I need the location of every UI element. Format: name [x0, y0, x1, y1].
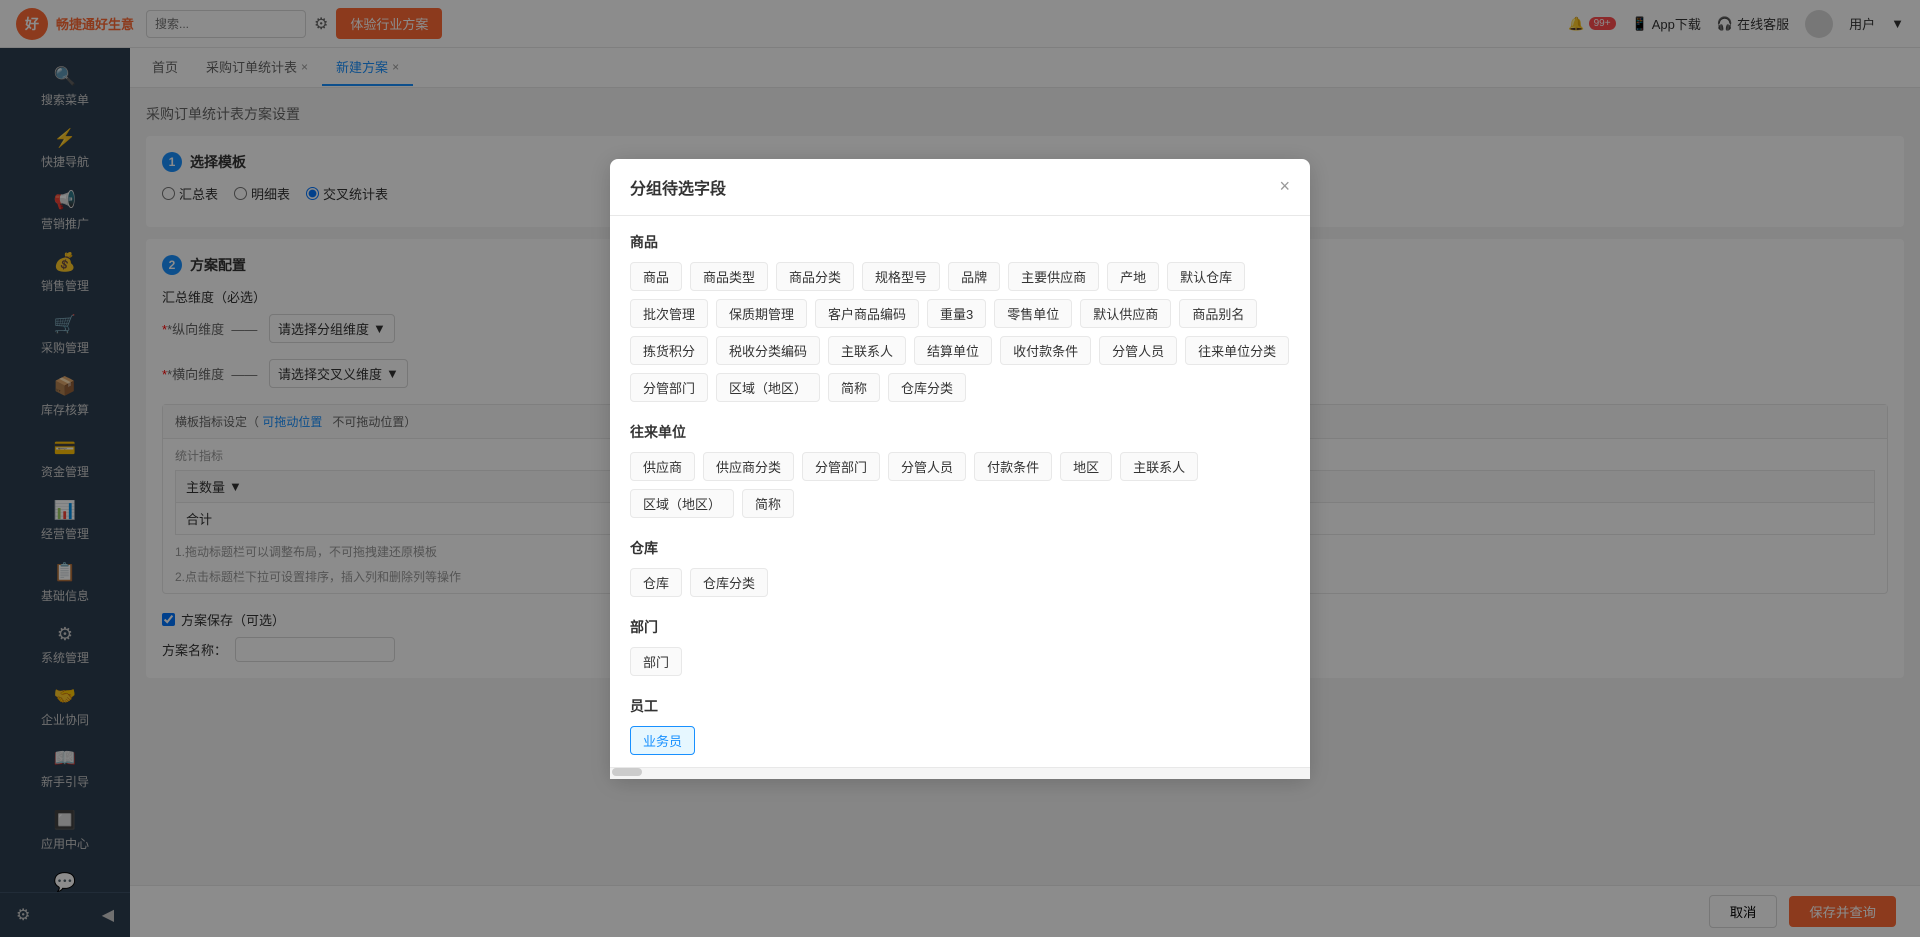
department-tags: 部门 [630, 647, 1290, 676]
modal-header: 分组待选字段 × [610, 159, 1310, 216]
field-tag[interactable]: 产地 [1107, 262, 1159, 291]
field-tag[interactable]: 部门 [630, 647, 682, 676]
modal-close-button[interactable]: × [1279, 176, 1290, 197]
modal-hscrollbar[interactable] [610, 767, 1310, 778]
field-tag[interactable]: 分管人员 [888, 452, 966, 481]
section-warehouse-title: 仓库 [630, 538, 1290, 558]
field-tag[interactable]: 仓库分类 [888, 373, 966, 402]
field-tag[interactable]: 简称 [828, 373, 880, 402]
modal-body: 商品 商品 商品类型 商品分类 规格型号 品牌 主要供应商 产地 默认仓库 批次… [610, 216, 1310, 768]
section-product: 商品 商品 商品类型 商品分类 规格型号 品牌 主要供应商 产地 默认仓库 批次… [630, 232, 1290, 402]
field-tag[interactable]: 默认仓库 [1167, 262, 1245, 291]
section-department-title: 部门 [630, 617, 1290, 637]
field-tag[interactable]: 税收分类编码 [716, 336, 820, 365]
section-employee-title: 员工 [630, 696, 1290, 716]
field-tag[interactable]: 商品 [630, 262, 682, 291]
modal-dialog: 分组待选字段 × 商品 商品 商品类型 商品分类 规格型号 品牌 主要供应商 产… [610, 159, 1310, 779]
field-tag[interactable]: 分管部门 [802, 452, 880, 481]
field-tag[interactable]: 仓库分类 [690, 568, 768, 597]
field-tag[interactable]: 零售单位 [994, 299, 1072, 328]
field-tag[interactable]: 主联系人 [1120, 452, 1198, 481]
field-tag[interactable]: 供应商 [630, 452, 695, 481]
warehouse-tags: 仓库 仓库分类 [630, 568, 1290, 597]
field-tag[interactable]: 商品别名 [1179, 299, 1257, 328]
field-tag[interactable]: 规格型号 [862, 262, 940, 291]
field-tag[interactable]: 主要供应商 [1008, 262, 1099, 291]
field-tag[interactable]: 批次管理 [630, 299, 708, 328]
partner-tags: 供应商 供应商分类 分管部门 分管人员 付款条件 地区 主联系人 区域（地区） … [630, 452, 1290, 518]
field-tag[interactable]: 往来单位分类 [1185, 336, 1289, 365]
field-tag[interactable]: 地区 [1060, 452, 1112, 481]
field-tag[interactable]: 商品分类 [776, 262, 854, 291]
section-partner-title: 往来单位 [630, 422, 1290, 442]
field-tag[interactable]: 保质期管理 [716, 299, 807, 328]
field-tag[interactable]: 收付款条件 [1000, 336, 1091, 365]
field-tag[interactable]: 供应商分类 [703, 452, 794, 481]
field-tag[interactable]: 结算单位 [914, 336, 992, 365]
modal-overlay: 分组待选字段 × 商品 商品 商品类型 商品分类 规格型号 品牌 主要供应商 产… [0, 0, 1920, 937]
section-employee: 员工 业务员 [630, 696, 1290, 755]
field-tag[interactable]: 默认供应商 [1080, 299, 1171, 328]
employee-tags: 业务员 [630, 726, 1290, 755]
field-tag[interactable]: 分管人员 [1099, 336, 1177, 365]
field-tag[interactable]: 拣货积分 [630, 336, 708, 365]
field-tag[interactable]: 重量3 [927, 299, 986, 328]
field-tag[interactable]: 简称 [742, 489, 794, 518]
field-tag[interactable]: 区域（地区） [716, 373, 820, 402]
section-partner: 往来单位 供应商 供应商分类 分管部门 分管人员 付款条件 地区 主联系人 区域… [630, 422, 1290, 518]
field-tag[interactable]: 分管部门 [630, 373, 708, 402]
field-tag[interactable]: 品牌 [948, 262, 1000, 291]
field-tag[interactable]: 付款条件 [974, 452, 1052, 481]
section-department: 部门 部门 [630, 617, 1290, 676]
product-tags: 商品 商品类型 商品分类 规格型号 品牌 主要供应商 产地 默认仓库 批次管理 … [630, 262, 1290, 402]
field-tag[interactable]: 区域（地区） [630, 489, 734, 518]
hscroll-thumb [612, 768, 642, 776]
modal-title: 分组待选字段 [630, 175, 726, 199]
field-tag-employee[interactable]: 业务员 [630, 726, 695, 755]
field-tag[interactable]: 客户商品编码 [815, 299, 919, 328]
section-warehouse: 仓库 仓库 仓库分类 [630, 538, 1290, 597]
field-tag[interactable]: 主联系人 [828, 336, 906, 365]
section-product-title: 商品 [630, 232, 1290, 252]
field-tag[interactable]: 仓库 [630, 568, 682, 597]
field-tag[interactable]: 商品类型 [690, 262, 768, 291]
